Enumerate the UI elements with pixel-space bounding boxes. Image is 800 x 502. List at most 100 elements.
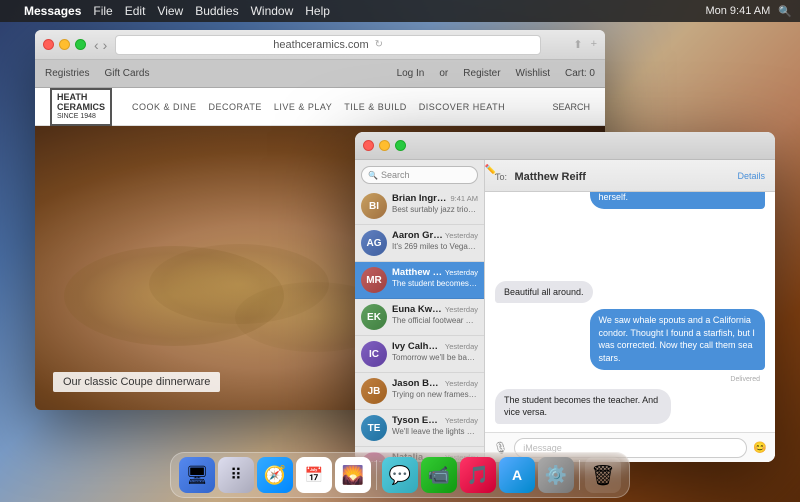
register-link[interactable]: Register [463,68,500,79]
dock-appstore[interactable]: A [499,457,535,493]
maximize-button[interactable] [75,39,86,50]
cart-link[interactable]: Cart: 0 [565,68,595,79]
conversation-item-1[interactable]: AG Aaron Grave... Yesterday It's 269 mil… [355,225,484,262]
msg-preview-6: We'll leave the lights on for you. [392,427,478,437]
msg-name-row-1: Aaron Grave... Yesterday [392,230,478,241]
msg-name-row-3: Euna Kwon Yesterday [392,304,478,315]
msg-preview-5: Trying on new frames — what do you think… [392,390,478,400]
dock-photos[interactable]: 🌄 [335,457,371,493]
msg-preview-0: Best surtably jazz trio you've ever hear… [392,205,478,215]
search-placeholder[interactable]: Search [381,170,410,180]
dock-trash[interactable]: 🗑 [585,457,621,493]
conversation-item-4[interactable]: IC Ivy Calhoun Yesterday Tomorrow we'll … [355,336,484,373]
nav-decorate[interactable]: DECORATE [209,102,262,112]
back-button[interactable]: ‹ [94,37,99,53]
dock-messages[interactable]: 💬 [382,457,418,493]
dock-launchpad[interactable]: ⠿ [218,457,254,493]
nav-tile-build[interactable]: TILE & BUILD [344,102,407,112]
menubar-window[interactable]: Window [251,4,294,18]
messages-sidebar: 🔍 Search ✏️ BI Brian Ingram 9:41 AM Best… [355,160,485,462]
address-bar[interactable]: heathceramics.com ↻ [115,35,541,55]
menubar-file[interactable]: File [93,4,112,18]
msg-time-3: Yesterday [445,305,478,314]
menubar-buddies[interactable]: Buddies [195,4,238,18]
menubar-datetime: Mon 9:41 AM [705,5,770,17]
heath-search[interactable]: SEARCH [552,102,590,112]
menubar-app-name[interactable]: Messages [24,4,81,18]
msg-name-5: Jason Bettin... [392,378,443,389]
registries-link[interactable]: Registries [45,68,89,79]
conversation-item-0[interactable]: BI Brian Ingram 9:41 AM Best surtably ja… [355,188,484,225]
conversation-list: BI Brian Ingram 9:41 AM Best surtably ja… [355,188,484,462]
msg-info-6: Tyson Edwar... Yesterday We'll leave the… [392,415,478,437]
heath-header: HEATH CERAMICS SINCE 1948 COOK & DINE DE… [35,88,605,126]
menubar-search-icon[interactable]: 🔍 [778,5,792,18]
details-button[interactable]: Details [737,171,765,181]
msg-name-0: Brian Ingram [392,193,448,204]
messages-traffic-lights [363,140,406,151]
menubar: Messages File Edit View Buddies Window H… [0,0,800,22]
nav-cook-dine[interactable]: COOK & DINE [132,102,197,112]
compose-icon[interactable]: ✏️ [485,165,497,176]
menubar-right: Mon 9:41 AM 🔍 [705,5,792,18]
msg-name-row-4: Ivy Calhoun Yesterday [392,341,478,352]
dock-calendar[interactable]: 📅 [296,457,332,493]
dock-separator-2 [579,460,580,490]
browser-titlebar: ‹ › heathceramics.com ↻ ⬆ + [35,30,605,60]
login-link[interactable]: Log In [397,68,425,79]
forward-button[interactable]: › [103,37,108,53]
heath-nav: COOK & DINE DECORATE LIVE & PLAY TILE & … [132,102,505,112]
messages-minimize-button[interactable] [379,140,390,151]
heath-logo: HEATH CERAMICS SINCE 1948 [50,88,112,126]
nav-live-play[interactable]: LIVE & PLAY [274,102,332,112]
minimize-button[interactable] [59,39,70,50]
conversation-item-5[interactable]: JB Jason Bettin... Yesterday Trying on n… [355,373,484,410]
msg-info-3: Euna Kwon Yesterday The official footwea… [392,304,478,326]
messages-maximize-button[interactable] [395,140,406,151]
wishlist-link[interactable]: Wishlist [516,68,550,79]
menubar-edit[interactable]: Edit [125,4,146,18]
dock-finder[interactable]: 🖥 [179,457,215,493]
url-text: heathceramics.com [273,39,368,51]
dock-facetime[interactable]: 📹 [421,457,457,493]
chat-header: To: Matthew Reiff Details [485,160,775,192]
msg-info-5: Jason Bettin... Yesterday Trying on new … [392,378,478,400]
search-icon: 🔍 [368,171,378,180]
browser-nav: ‹ › [94,37,107,53]
emoji-icon[interactable]: 😊 [753,441,767,454]
conversation-item-2[interactable]: MR Matthew Raiff Yesterday The student b… [355,262,484,299]
msg-name-row-0: Brian Ingram 9:41 AM [392,193,478,204]
dock-systemprefs[interactable]: ⚙️ [538,457,574,493]
dock: 🖥 ⠿ 🧭 📅 🌄 💬 📹 🎵 A ⚙️ 🗑 [170,452,630,498]
messages-body: 🔍 Search ✏️ BI Brian Ingram 9:41 AM Best… [355,160,775,462]
menubar-help[interactable]: Help [305,4,330,18]
avatar-3: EK [361,304,387,330]
conversation-item-6[interactable]: TE Tyson Edwar... Yesterday We'll leave … [355,410,484,447]
gift-cards-link[interactable]: Gift Cards [104,68,149,79]
or-text: or [439,68,448,79]
msg-name-row-5: Jason Bettin... Yesterday [392,378,478,389]
chat-bubble-row-5: The student becomes the teacher. And vic… [495,389,765,424]
avatar-2: MR [361,267,387,293]
msg-name-3: Euna Kwon [392,304,443,315]
traffic-lights [43,39,86,50]
close-button[interactable] [43,39,54,50]
msg-name-row-2: Matthew Raiff Yesterday [392,267,478,278]
msg-time-1: Yesterday [445,231,478,240]
new-tab-icon[interactable]: + [591,38,597,51]
menubar-view[interactable]: View [157,4,183,18]
refresh-icon[interactable]: ↻ [375,39,383,50]
messages-close-button[interactable] [363,140,374,151]
msg-preview-4: Tomorrow we'll be back in your neighborh… [392,353,478,363]
chat-recipient: Matthew Reiff [514,171,586,183]
chat-photo-row-2 [495,215,765,275]
search-container: 🔍 Search ✏️ [355,160,484,188]
dock-music[interactable]: 🎵 [460,457,496,493]
desktop: Messages File Edit View Buddies Window H… [0,0,800,502]
dock-safari[interactable]: 🧭 [257,457,293,493]
share-icon[interactable]: ⬆ [573,38,582,51]
chat-bubble-row-1: Right after dark. We're still out on the… [495,192,765,209]
conversation-item-3[interactable]: EK Euna Kwon Yesterday The official foot… [355,299,484,336]
msg-name-1: Aaron Grave... [392,230,443,241]
nav-discover[interactable]: DISCOVER HEATH [419,102,505,112]
